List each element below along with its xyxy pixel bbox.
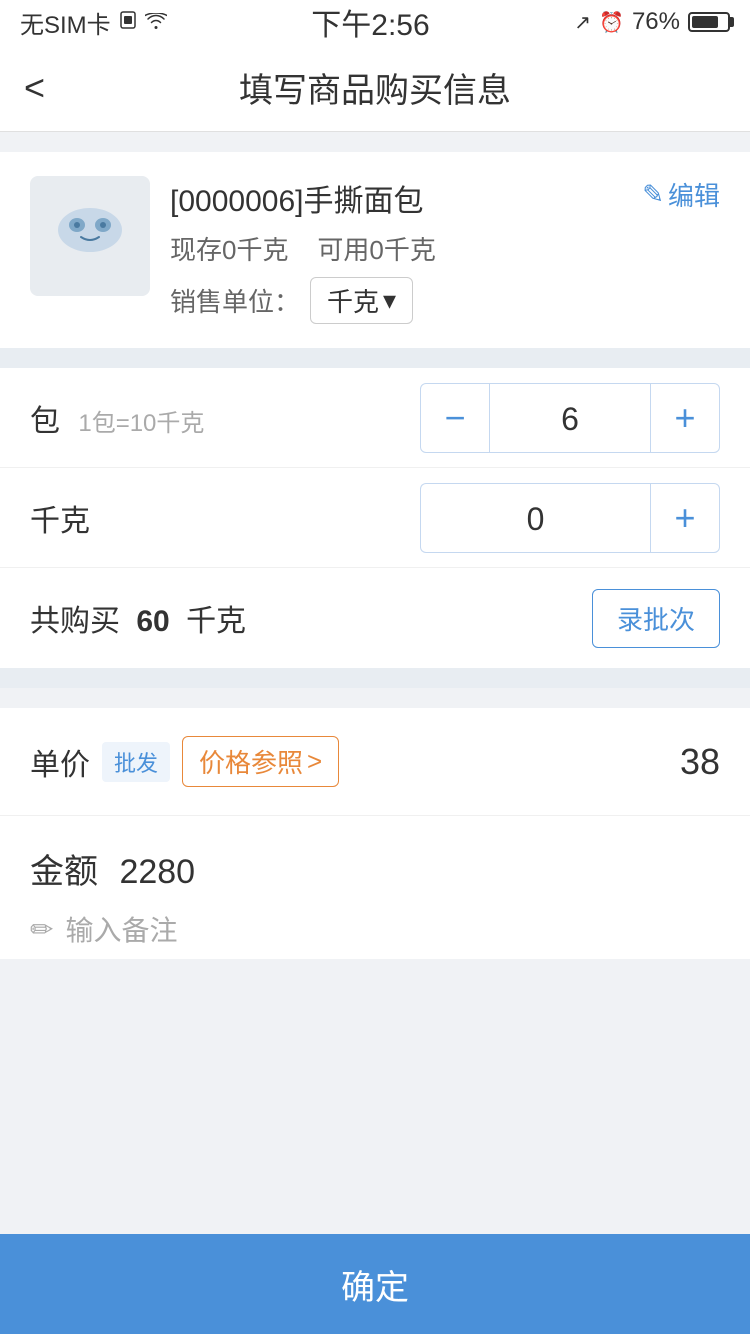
page-title: 填写商品购买信息 — [239, 63, 511, 112]
product-stock: 现存0千克 可用0千克 — [170, 230, 720, 267]
bag-minus-button[interactable]: − — [420, 383, 490, 453]
kg-value[interactable]: 0 — [420, 483, 650, 553]
status-right: ↗ ⏰ 76% — [574, 8, 730, 36]
alarm-icon: ⏰ — [599, 10, 624, 35]
amount-row: 金额 2280 — [30, 844, 720, 893]
bag-value[interactable]: 6 — [490, 383, 650, 453]
battery-icon — [688, 12, 730, 32]
edit-icon: ✎ — [642, 179, 664, 210]
price-section: 单价 批发 价格参照 > 38 — [0, 708, 750, 816]
price-type-tag: 批发 — [102, 742, 170, 782]
product-name: [0000006]手撕面包 — [170, 176, 720, 220]
separator-2 — [0, 668, 750, 688]
battery-percent: 76% — [632, 8, 680, 36]
product-logo-icon — [55, 205, 125, 267]
remark-row[interactable]: ✏ 输入备注 — [30, 909, 720, 949]
product-info: [0000006]手撕面包 现存0千克 可用0千克 销售单位： 千克 ▾ — [170, 176, 720, 324]
bag-plus-button[interactable]: + — [650, 383, 720, 453]
nav-bar: < 填写商品购买信息 — [0, 44, 750, 132]
status-time: 下午2:56 — [311, 0, 429, 44]
batch-button[interactable]: 录批次 — [592, 589, 720, 648]
price-label: 单价 — [30, 740, 90, 784]
separator-1 — [0, 348, 750, 368]
product-unit-row: 销售单位： 千克 ▾ — [170, 277, 720, 324]
kg-input-row: 千克 0 + — [0, 468, 750, 568]
total-value: 60 — [136, 605, 169, 638]
remark-placeholder: 输入备注 — [65, 909, 177, 949]
bag-label: 包 1包=10千克 — [30, 396, 420, 440]
pencil-icon: ✏ — [30, 913, 53, 946]
kg-stepper: 0 + — [420, 483, 720, 553]
kg-plus-button[interactable]: + — [650, 483, 720, 553]
total-row: 共购买 60 千克 录批次 — [0, 568, 750, 668]
carrier-text: 无SIM卡 — [20, 5, 111, 40]
price-value: 38 — [680, 741, 720, 783]
arrow-right-icon: > — [307, 746, 322, 777]
bag-hint: 1包=10千克 — [78, 410, 204, 437]
unit-select[interactable]: 千克 ▾ — [310, 277, 413, 324]
total-text: 共购买 60 千克 — [30, 596, 592, 640]
amount-section: 金额 2280 ✏ 输入备注 — [0, 816, 750, 959]
sim-card-icon — [119, 8, 137, 36]
status-left: 无SIM卡 — [20, 5, 167, 40]
bag-stepper: − 6 + — [420, 383, 720, 453]
status-bar: 无SIM卡 下午2:56 ↗ ⏰ 76% — [0, 0, 750, 44]
edit-button[interactable]: ✎ 编辑 — [642, 176, 720, 213]
bag-input-row: 包 1包=10千克 − 6 + — [0, 368, 750, 468]
dropdown-icon: ▾ — [383, 285, 396, 316]
location-icon: ↗ — [574, 10, 591, 35]
amount-value: 2280 — [119, 853, 195, 891]
product-card: [0000006]手撕面包 现存0千克 可用0千克 销售单位： 千克 ▾ ✎ 编… — [0, 152, 750, 348]
kg-label: 千克 — [30, 496, 420, 540]
wifi-icon — [145, 8, 167, 36]
confirm-button[interactable]: 确定 — [0, 1234, 750, 1334]
price-reference-button[interactable]: 价格参照 > — [182, 736, 339, 787]
product-thumbnail — [30, 176, 150, 296]
input-section: 包 1包=10千克 − 6 + 千克 0 + 共购买 60 千克 录批次 — [0, 368, 750, 668]
back-button[interactable]: < — [24, 67, 45, 109]
